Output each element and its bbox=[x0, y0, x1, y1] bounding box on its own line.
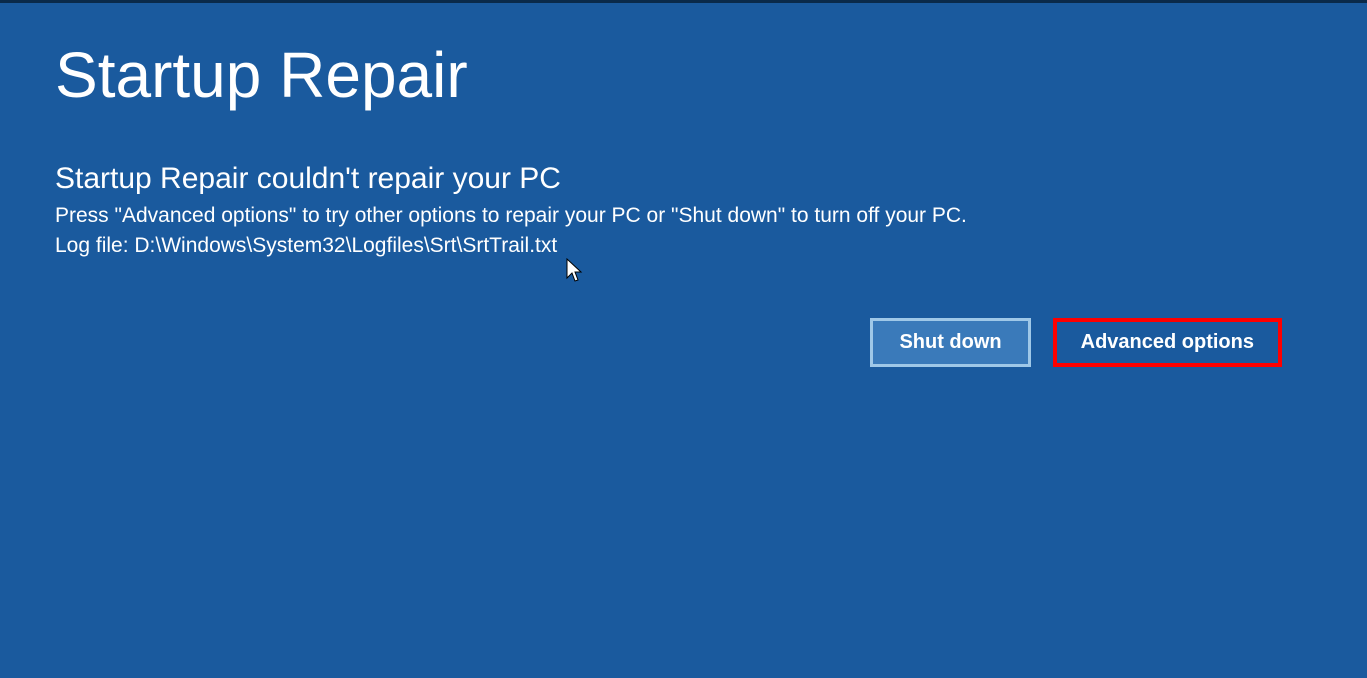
error-subtitle: Startup Repair couldn't repair your PC bbox=[55, 162, 1312, 196]
main-content: Startup Repair Startup Repair couldn't r… bbox=[0, 3, 1367, 402]
button-row: Shut down Advanced options bbox=[55, 318, 1312, 367]
logfile-text: Log file: D:\Windows\System32\Logfiles\S… bbox=[55, 234, 1312, 258]
advanced-options-button[interactable]: Advanced options bbox=[1053, 318, 1282, 367]
instruction-text: Press "Advanced options" to try other op… bbox=[55, 204, 1312, 228]
page-title: Startup Repair bbox=[55, 38, 1312, 112]
shutdown-button[interactable]: Shut down bbox=[870, 318, 1030, 367]
